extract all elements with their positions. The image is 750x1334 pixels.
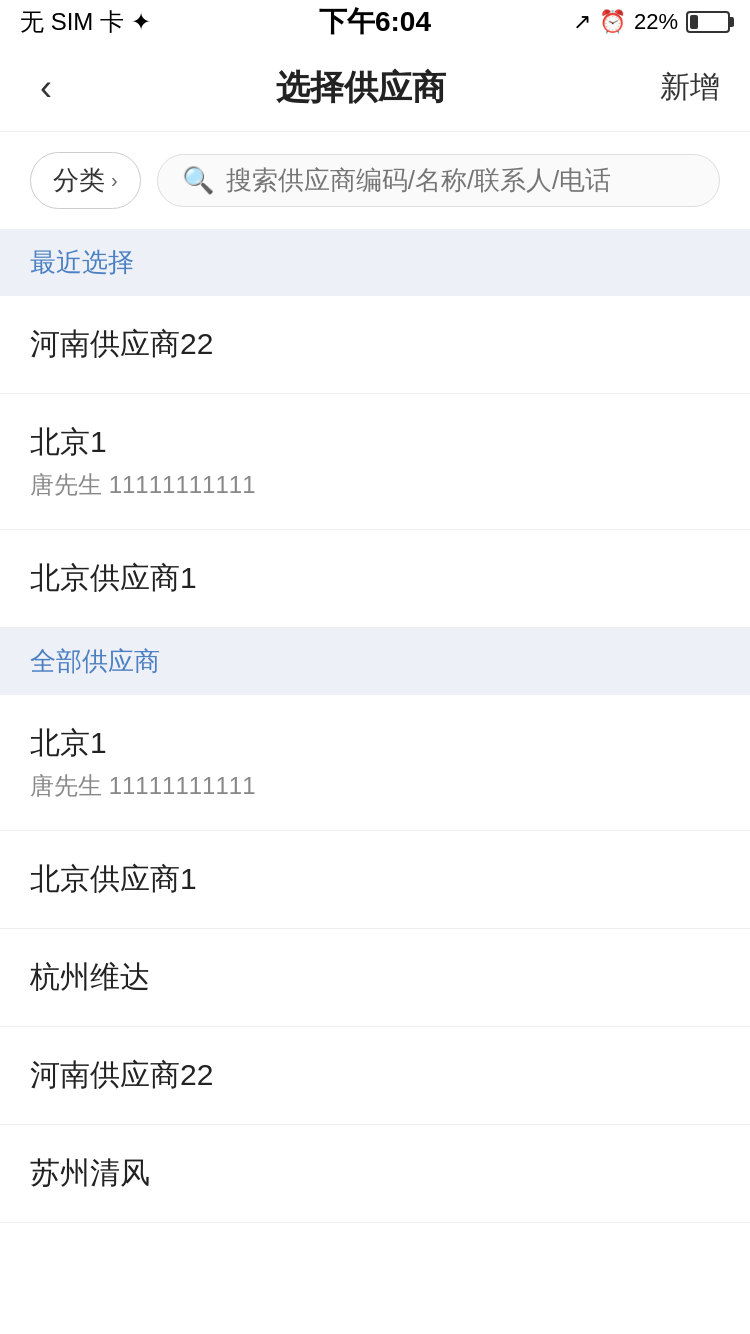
location-icon: ↗: [573, 9, 591, 35]
list-item-sub: 唐先生 11111111111: [30, 770, 720, 802]
search-area: 分类 › 🔍: [0, 132, 750, 229]
status-bar-time: 下午6:04: [319, 3, 431, 41]
alarm-icon: ⏰: [599, 9, 626, 35]
list-item-name: 河南供应商22: [30, 1055, 720, 1096]
recent-list: 河南供应商22 北京1 唐先生 11111111111 北京供应商1: [0, 296, 750, 628]
list-item[interactable]: 河南供应商22: [0, 1027, 750, 1125]
list-item-sub: 唐先生 11111111111: [30, 469, 720, 501]
list-item[interactable]: 苏州清风: [0, 1125, 750, 1223]
search-input[interactable]: [226, 165, 695, 196]
list-item[interactable]: 河南供应商22: [0, 296, 750, 394]
add-button[interactable]: 新增: [660, 67, 720, 108]
list-item[interactable]: 北京供应商1: [0, 831, 750, 929]
all-list: 北京1 唐先生 11111111111 北京供应商1 杭州维达河南供应商22 苏州清风: [0, 695, 750, 1223]
list-item-name: 河南供应商22: [30, 324, 720, 365]
battery-percent: 22%: [634, 9, 678, 35]
list-item[interactable]: 北京1 唐先生 11111111111: [0, 394, 750, 530]
category-label: 分类: [53, 163, 105, 198]
status-bar-right: ↗ ⏰ 22%: [573, 9, 730, 35]
category-button[interactable]: 分类 ›: [30, 152, 141, 209]
status-bar: 无 SIM 卡 ✦ 下午6:04 ↗ ⏰ 22%: [0, 0, 750, 44]
chevron-right-icon: ›: [111, 169, 118, 192]
list-item[interactable]: 北京供应商1: [0, 530, 750, 628]
search-icon: 🔍: [182, 165, 214, 196]
list-item-name: 北京1: [30, 422, 720, 463]
list-item-name: 北京供应商1: [30, 859, 720, 900]
status-bar-left: 无 SIM 卡 ✦: [20, 6, 151, 38]
all-section-header: 全部供应商: [0, 628, 750, 695]
list-item[interactable]: 杭州维达: [0, 929, 750, 1027]
list-item[interactable]: 北京1 唐先生 11111111111: [0, 695, 750, 831]
list-item-name: 苏州清风: [30, 1153, 720, 1194]
list-item-name: 北京供应商1: [30, 558, 720, 599]
list-item-name: 北京1: [30, 723, 720, 764]
battery-icon: [686, 11, 730, 33]
recent-section-header: 最近选择: [0, 229, 750, 296]
nav-bar: ‹ 选择供应商 新增: [0, 44, 750, 132]
list-item-name: 杭州维达: [30, 957, 720, 998]
back-button[interactable]: ‹: [30, 57, 62, 119]
recent-section-label: 最近选择: [30, 247, 134, 277]
sim-status: 无 SIM 卡 ✦: [20, 6, 151, 38]
all-section-label: 全部供应商: [30, 646, 160, 676]
search-box[interactable]: 🔍: [157, 154, 720, 207]
page-title: 选择供应商: [276, 65, 446, 111]
